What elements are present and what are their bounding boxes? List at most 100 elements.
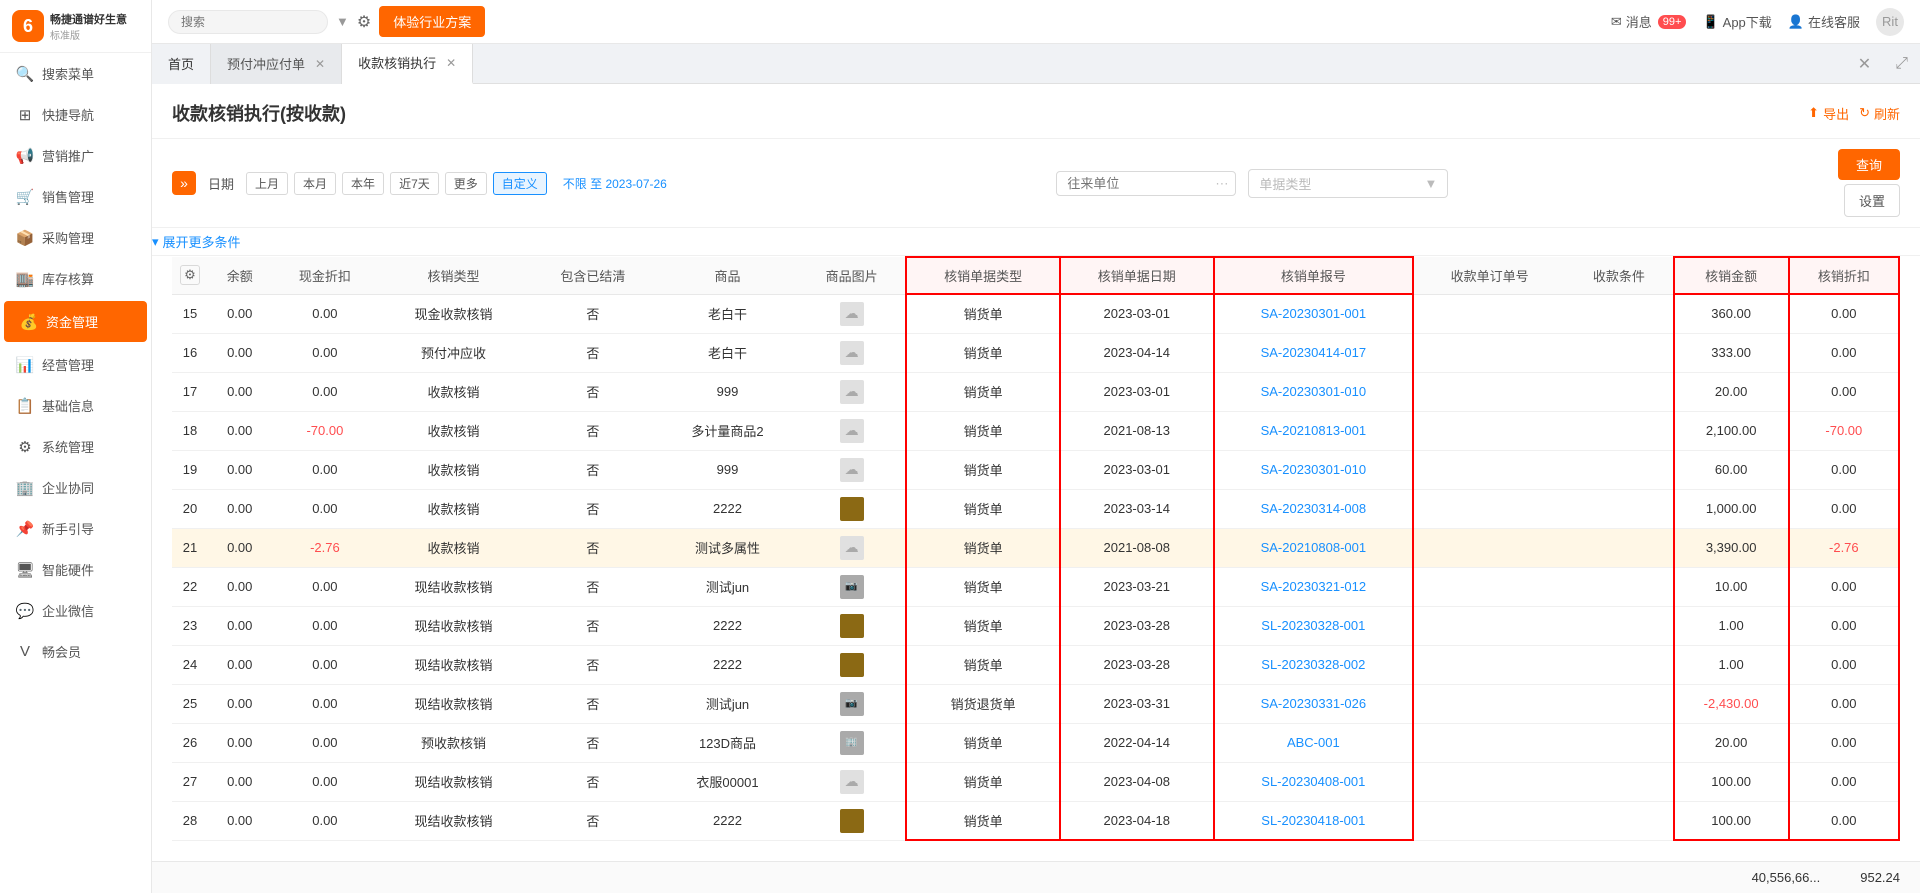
- sidebar-item-system[interactable]: ⚙ 系统管理: [0, 426, 151, 467]
- filter-action-btns: 查询 设置: [1838, 149, 1900, 217]
- date-last-month-btn[interactable]: 上月: [246, 172, 288, 195]
- app-download-button[interactable]: 📱 App下载: [1702, 12, 1771, 31]
- receipt-tab-close-icon[interactable]: ✕: [446, 56, 456, 70]
- cell-balance: 0.00: [208, 762, 271, 801]
- doc-no-link[interactable]: SA-20230321-012: [1261, 579, 1367, 594]
- cell-include-settled: 否: [529, 762, 658, 801]
- doc-no-link[interactable]: SA-20230301-010: [1261, 462, 1367, 477]
- cell-receipt-order-no: [1413, 684, 1565, 723]
- sidebar-item-wechat[interactable]: 💬 企业微信: [0, 590, 151, 631]
- sidebar-item-inventory[interactable]: 🏬 库存核算: [0, 258, 151, 299]
- doc-no-link[interactable]: SL-20230408-001: [1261, 774, 1365, 789]
- doc-no-link[interactable]: SA-20230314-008: [1261, 501, 1367, 516]
- cell-write-off-type: 收款核销: [378, 489, 528, 528]
- industry-solution-button[interactable]: 体验行业方案: [379, 6, 485, 37]
- cell-cash-discount: 0.00: [271, 489, 378, 528]
- sidebar-item-quick-nav[interactable]: ⊞ 快捷导航: [0, 94, 151, 135]
- sidebar-item-member[interactable]: V 畅会员: [0, 631, 151, 672]
- tab-maximize-icon[interactable]: ⤢: [1883, 55, 1920, 73]
- settings-icon[interactable]: ⚙: [357, 12, 371, 32]
- cell-write-off-doc-no: SA-20210813-001: [1214, 411, 1414, 450]
- sidebar-item-operations[interactable]: 📊 经营管理: [0, 344, 151, 385]
- cell-write-off-type: 现结收款核销: [378, 645, 528, 684]
- cell-write-off-discount: -2.76: [1789, 528, 1899, 567]
- expand-down-icon: ▾: [152, 234, 159, 250]
- search-icon: 🔍: [16, 65, 34, 83]
- tab-home[interactable]: 首页: [152, 44, 211, 84]
- date-this-year-btn[interactable]: 本年: [342, 172, 384, 195]
- cell-goods: 测试jun: [657, 684, 798, 723]
- doc-no-link[interactable]: SA-20230301-001: [1261, 306, 1367, 321]
- cell-goods-img: [798, 645, 907, 684]
- search-input[interactable]: [168, 10, 328, 34]
- sidebar-item-cooperation[interactable]: 🏢 企业协同: [0, 467, 151, 508]
- cell-receipt-order-no: [1413, 723, 1565, 762]
- cell-write-off-discount: 0.00: [1789, 801, 1899, 840]
- cell-include-settled: 否: [529, 567, 658, 606]
- doc-no-link[interactable]: SA-20210813-001: [1261, 423, 1367, 438]
- doc-no-link[interactable]: SL-20230328-001: [1261, 618, 1365, 633]
- date-custom-btn[interactable]: 自定义: [493, 172, 547, 195]
- cell-goods: 2222: [657, 801, 798, 840]
- cell-write-off-doc-type: 销货单: [906, 489, 1060, 528]
- col-settings[interactable]: ⚙: [172, 257, 208, 294]
- sidebar-item-base[interactable]: 📋 基础信息: [0, 385, 151, 426]
- date-7days-btn[interactable]: 近7天: [390, 172, 439, 195]
- cell-include-settled: 否: [529, 411, 658, 450]
- cell-cash-discount: 0.00: [271, 762, 378, 801]
- sidebar-item-search[interactable]: 🔍 搜索菜单: [0, 53, 151, 94]
- doc-no-link[interactable]: SA-20230331-026: [1261, 696, 1367, 711]
- online-service-button[interactable]: 👤 在线客服: [1788, 12, 1860, 31]
- tab-close-window-icon[interactable]: ✕: [1846, 54, 1883, 74]
- counterparty-input[interactable]: [1056, 171, 1236, 196]
- date-this-month-btn[interactable]: 本月: [294, 172, 336, 195]
- cell-seq: 15: [172, 294, 208, 333]
- filter-toggle-button[interactable]: »: [172, 171, 196, 195]
- sidebar-item-guide[interactable]: 📌 新手引导: [0, 508, 151, 549]
- tab-prepay[interactable]: 预付冲应付单 ✕: [211, 44, 342, 84]
- column-settings-icon[interactable]: ⚙: [180, 265, 200, 285]
- cell-write-off-discount: 0.00: [1789, 372, 1899, 411]
- user-avatar[interactable]: Rit: [1876, 8, 1904, 36]
- query-button[interactable]: 查询: [1838, 149, 1900, 180]
- cell-write-off-doc-date: 2022-04-14: [1060, 723, 1214, 762]
- cell-write-off-discount: 0.00: [1789, 762, 1899, 801]
- sidebar-item-sales[interactable]: 🛒 销售管理: [0, 176, 151, 217]
- doc-no-link[interactable]: SA-20210808-001: [1261, 540, 1367, 555]
- sidebar-item-finance[interactable]: 💰 资金管理: [4, 301, 147, 342]
- sidebar-item-purchase[interactable]: 📦 采购管理: [0, 217, 151, 258]
- doc-no-link[interactable]: SL-20230328-002: [1261, 657, 1365, 672]
- expand-conditions-button[interactable]: ▾ 展开更多条件: [152, 232, 1920, 251]
- cell-cash-discount: 0.00: [271, 606, 378, 645]
- cell-write-off-doc-no: SA-20230331-026: [1214, 684, 1414, 723]
- cell-goods-img: ☁: [798, 762, 907, 801]
- cell-include-settled: 否: [529, 450, 658, 489]
- cell-write-off-doc-date: 2023-04-08: [1060, 762, 1214, 801]
- cell-write-off-doc-date: 2023-03-01: [1060, 294, 1214, 333]
- cell-write-off-amount: 3,390.00: [1674, 528, 1789, 567]
- col-cash-discount: 现金折扣: [271, 257, 378, 294]
- table-container[interactable]: ⚙ 余额 现金折扣 核销类型 包含已结清 商品 商品图片 核销单据类型 核销单据…: [152, 256, 1920, 861]
- refresh-button[interactable]: ↻ 刷新: [1859, 104, 1900, 123]
- message-button[interactable]: ✉ 消息 99+: [1611, 12, 1687, 31]
- cell-goods: 2222: [657, 489, 798, 528]
- doc-no-link[interactable]: SA-20230414-017: [1261, 345, 1367, 360]
- doc-no-link[interactable]: SA-20230301-010: [1261, 384, 1367, 399]
- prepay-tab-close-icon[interactable]: ✕: [315, 57, 325, 71]
- doc-type-select[interactable]: 单据类型 ▼: [1248, 169, 1448, 198]
- doc-no-link[interactable]: SL-20230418-001: [1261, 813, 1365, 828]
- export-button[interactable]: ⬆ 导出: [1808, 104, 1849, 123]
- sidebar-item-hardware[interactable]: 🖥 智能硬件: [0, 549, 151, 590]
- set-button[interactable]: 设置: [1844, 184, 1900, 217]
- cell-receipt-condition: [1565, 567, 1674, 606]
- doc-no-link[interactable]: ABC-001: [1287, 735, 1340, 750]
- cell-include-settled: 否: [529, 489, 658, 528]
- tab-receipt[interactable]: 收款核销执行 ✕: [342, 44, 473, 84]
- sidebar-item-marketing[interactable]: 📢 营销推广: [0, 135, 151, 176]
- cell-write-off-amount: 1.00: [1674, 645, 1789, 684]
- cell-write-off-discount: 0.00: [1789, 723, 1899, 762]
- table-row: 21 0.00 -2.76 收款核销 否 测试多属性 ☁ 销货单 2021-08…: [172, 528, 1899, 567]
- date-more-btn[interactable]: 更多: [445, 172, 487, 195]
- col-write-off-amount: 核销金额: [1674, 257, 1789, 294]
- cell-seq: 27: [172, 762, 208, 801]
